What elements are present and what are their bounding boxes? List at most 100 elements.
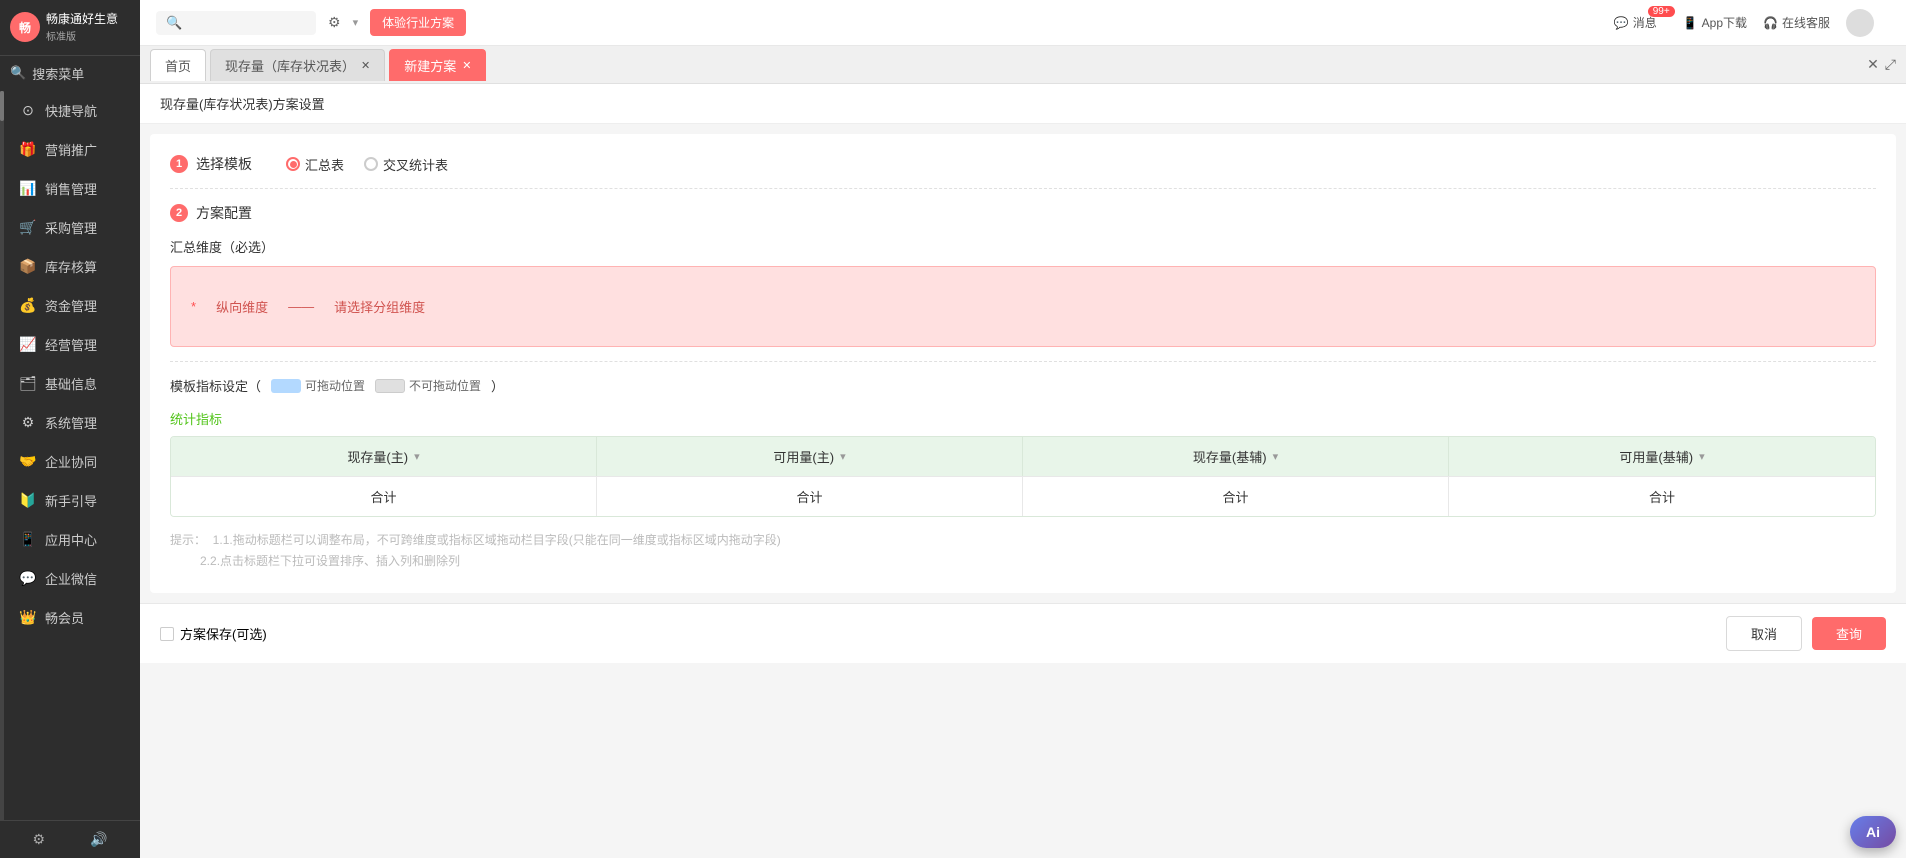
sidebar-item-label: 销售管理	[45, 179, 97, 198]
search-menu[interactable]: 🔍 搜索菜单	[0, 56, 140, 91]
sidebar-item-label: 系统管理	[45, 413, 97, 432]
stats-header-col1[interactable]: 现存量(主) ▾	[171, 437, 597, 476]
dimension-box[interactable]: * 纵向维度 —— 请选择分组维度	[170, 266, 1876, 347]
indicator-settings-label: 模板指标设定（	[170, 376, 261, 395]
sidebar-item-system[interactable]: ⚙ 系统管理	[4, 403, 140, 442]
topbar-gear-icon[interactable]: ⚙	[328, 14, 341, 31]
customer-service-label: 在线客服	[1782, 14, 1830, 31]
section2-label: 方案配置	[196, 203, 252, 223]
search-menu-label: 搜索菜单	[32, 64, 84, 83]
content-area: 现存量(库存状况表)方案设置 1 选择模板 汇总表	[140, 84, 1906, 858]
sidebar-item-quick-nav[interactable]: ⊙ 快捷导航	[4, 91, 140, 130]
col3-label: 现存量(基辅)	[1193, 447, 1267, 466]
app-download-action[interactable]: 📱 App下载	[1683, 14, 1747, 31]
radio-summary[interactable]: 汇总表	[286, 155, 344, 174]
legend-non-draggable-label: 不可拖动位置	[409, 377, 481, 394]
sidebar-item-label: 基础信息	[45, 374, 97, 393]
legend-non-draggable: 不可拖动位置	[375, 377, 481, 394]
close-panel-btn[interactable]: ✕	[1867, 56, 1879, 73]
dimension-arrow: ——	[288, 299, 314, 314]
stats-table: 现存量(主) ▾ 可用量(主) ▾ 现存量(基辅) ▾	[170, 436, 1876, 517]
col2-label: 可用量(主)	[773, 447, 834, 466]
sidebar-item-sales[interactable]: 📊 销售管理	[4, 169, 140, 208]
col1-label: 现存量(主)	[347, 447, 408, 466]
settings-footer-btn[interactable]: ⚙	[33, 831, 46, 848]
wechat-icon: 💬	[19, 569, 37, 587]
indicator-suffix: ）	[491, 376, 504, 395]
col1-dropdown[interactable]: ▾	[414, 450, 420, 463]
sidebar-item-label: 畅会员	[45, 608, 84, 627]
save-checkbox[interactable]	[160, 627, 174, 641]
topbar-actions: 💬 消息 99+ 📱 App下载 🎧 在线客服	[1614, 9, 1890, 37]
member-icon: 👑	[19, 608, 37, 626]
radio-cross[interactable]: 交叉统计表	[364, 155, 448, 174]
topbar-search-input[interactable]	[188, 16, 288, 30]
sidebar-item-inventory[interactable]: 📦 库存核算	[4, 247, 140, 286]
sales-icon: 📊	[19, 179, 37, 197]
stats-header-col3[interactable]: 现存量(基辅) ▾	[1023, 437, 1449, 476]
sidebar-item-label: 快捷导航	[45, 101, 97, 120]
sidebar-item-label: 企业协同	[45, 452, 97, 471]
sidebar-item-cooperation[interactable]: 🤝 企业协同	[4, 442, 140, 481]
ai-float-label: Ai	[1866, 824, 1880, 840]
page-footer: 方案保存(可选) 取消 查询	[140, 603, 1906, 663]
user-avatar[interactable]	[1846, 9, 1874, 37]
query-button[interactable]: 查询	[1812, 617, 1886, 650]
stats-header-col2[interactable]: 可用量(主) ▾	[597, 437, 1023, 476]
sidebar-item-app-center[interactable]: 📱 应用中心	[4, 520, 140, 559]
sidebar-item-finance[interactable]: 💰 资金管理	[4, 286, 140, 325]
tips-section: 提示： 1.1.拖动标题栏可以调整布局，不可跨维度或指标区域拖动栏目字段(只能在…	[170, 531, 1876, 569]
sidebar-item-wechat[interactable]: 💬 企业微信	[4, 559, 140, 598]
tab-new-scheme-close[interactable]: ✕	[462, 59, 471, 72]
tab-inventory-status-label: 现存量（库存状况表）	[225, 56, 355, 75]
section2-num: 2	[170, 204, 188, 222]
tab-home[interactable]: 首页	[150, 49, 206, 81]
sidebar-item-label: 应用中心	[45, 530, 97, 549]
customer-service-action[interactable]: 🎧 在线客服	[1763, 14, 1830, 31]
stats-header-col4[interactable]: 可用量(基辅) ▾	[1449, 437, 1875, 476]
tab-inventory-status[interactable]: 现存量（库存状况表） ✕	[210, 49, 385, 81]
tab-inventory-close[interactable]: ✕	[361, 59, 370, 72]
radio-cross-circle	[364, 157, 378, 171]
headset-icon: 🎧	[1763, 16, 1778, 30]
sidebar-item-basic-info[interactable]: 🗂 基础信息	[4, 364, 140, 403]
sidebar-item-member[interactable]: 👑 畅会员	[4, 598, 140, 637]
legend-draggable-label: 可拖动位置	[305, 377, 365, 394]
ai-float-button[interactable]: Ai	[1850, 816, 1896, 848]
topbar-search-area[interactable]: 🔍	[156, 11, 316, 35]
audio-footer-btn[interactable]: 🔊	[90, 831, 107, 848]
message-action[interactable]: 💬 消息 99+	[1614, 14, 1667, 31]
purchase-icon: 🛒	[19, 218, 37, 236]
sidebar-item-marketing[interactable]: 🎁 营销推广	[4, 130, 140, 169]
section2-title: 2 方案配置	[170, 203, 1876, 223]
tip2-text: 2.点击标题栏下拉可设置排序、插入列和删除列	[210, 554, 460, 568]
stats-body: 合计 合计 合计 合计	[171, 476, 1875, 516]
new-guide-icon: 🔰	[19, 491, 37, 509]
sidebar-item-new-guide[interactable]: 🔰 新手引导	[4, 481, 140, 520]
sidebar-item-purchase[interactable]: 🛒 采购管理	[4, 208, 140, 247]
col4-dropdown[interactable]: ▾	[1699, 450, 1705, 463]
stats-header: 现存量(主) ▾ 可用量(主) ▾ 现存量(基辅) ▾	[171, 437, 1875, 476]
legend-draggable: 可拖动位置	[271, 377, 365, 394]
section1-num: 1	[170, 155, 188, 173]
stats-title: 统计指标	[170, 409, 1876, 428]
trial-button[interactable]: 体验行业方案	[370, 9, 466, 36]
inventory-icon: 📦	[19, 257, 37, 275]
divider2	[170, 361, 1876, 362]
main-area: 🔍 ⚙ ▾ 体验行业方案 💬 消息 99+ 📱 App下载 🎧 在线客服	[140, 0, 1906, 858]
dimension-required-label: 纵向维度	[216, 297, 268, 316]
cancel-button[interactable]: 取消	[1726, 616, 1802, 651]
section2: 2 方案配置 汇总维度（必选） * 纵向维度 —— 请选择分组维度 模板指标设定…	[170, 203, 1876, 569]
tab-new-scheme[interactable]: 新建方案 ✕	[389, 49, 486, 81]
save-checkbox-label[interactable]: 方案保存(可选)	[160, 624, 267, 643]
col3-dropdown[interactable]: ▾	[1273, 450, 1279, 463]
sidebar-nav: ⊙ 快捷导航 🎁 营销推广 📊 销售管理 🛒 采购管理 📦 库存核算 💰	[0, 91, 140, 820]
logo-icon: 畅	[10, 12, 40, 42]
sidebar-item-operations[interactable]: 📈 经营管理	[4, 325, 140, 364]
col2-dropdown[interactable]: ▾	[840, 450, 846, 463]
legend-non-draggable-box	[375, 379, 405, 393]
sidebar-item-label: 经营管理	[45, 335, 97, 354]
expand-panel-btn[interactable]: ⤢	[1885, 56, 1896, 73]
tab-new-scheme-label: 新建方案	[404, 56, 456, 75]
sidebar-item-label: 采购管理	[45, 218, 97, 237]
